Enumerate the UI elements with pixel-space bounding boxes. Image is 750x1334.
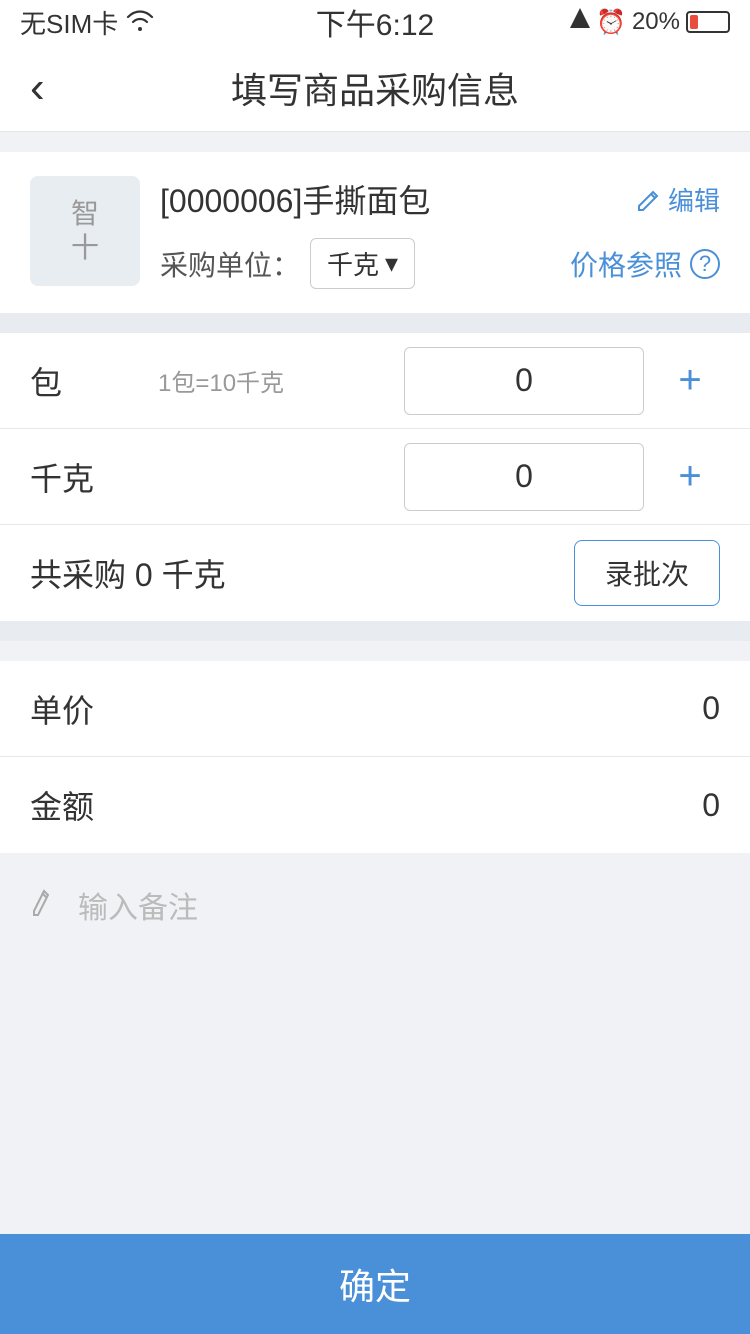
price-ref-button[interactable]: 价格参照 ? [570, 244, 720, 284]
kg-input-area: 0 + [150, 443, 720, 511]
unit-value: 千克 [327, 245, 379, 282]
summary-row: 共采购 0 千克 录批次 [0, 525, 750, 621]
page-title: 填写商品采购信息 [231, 62, 519, 114]
product-image: 智 十 [30, 176, 140, 286]
pencil-icon [30, 885, 62, 925]
unit-price-row: 单价 0 [0, 661, 750, 757]
notes-placeholder: 输入备注 [78, 883, 198, 927]
price-section: 单价 0 金额 0 [0, 661, 750, 853]
edit-button[interactable]: 编辑 [636, 181, 720, 218]
unit-label: 采购单位： [160, 244, 300, 284]
bag-label: 包 [30, 358, 150, 404]
dropdown-arrow-icon: ▾ [385, 248, 398, 279]
price-ref-label: 价格参照 [570, 244, 682, 284]
battery-icon [686, 11, 730, 33]
status-bar: 无SIM卡 下午6:12 ⏰ 20% [0, 0, 750, 44]
product-card: 智 十 [0000006]手撕面包 编辑 采购单位： 千克 ▾ [0, 152, 750, 313]
kg-row: 千克 0 + [0, 429, 750, 525]
bag-plus-button[interactable]: + [660, 351, 720, 411]
bag-row: 包 1包=10千克 0 + [0, 333, 750, 429]
bag-input-area: 0 + [284, 347, 720, 415]
kg-quantity-input[interactable]: 0 [404, 443, 644, 511]
alarm-icon: ⏰ [596, 8, 626, 37]
unit-select[interactable]: 千克 ▾ [310, 238, 415, 289]
product-logo: 智 十 [71, 197, 99, 264]
summary-text: 共采购 0 千克 [30, 550, 226, 596]
bag-sub-label: 1包=10千克 [158, 363, 284, 398]
unit-price-value: 0 [702, 690, 720, 727]
wifi-icon [126, 7, 154, 38]
status-left: 无SIM卡 [20, 4, 154, 41]
amount-row: 金额 0 [0, 757, 750, 853]
kg-label: 千克 [30, 454, 150, 500]
back-button[interactable]: ‹ [30, 66, 45, 110]
location-icon [570, 8, 590, 37]
product-unit-row: 采购单位： 千克 ▾ 价格参照 ? [160, 238, 720, 289]
batch-button[interactable]: 录批次 [574, 540, 720, 606]
section-divider-1 [0, 313, 750, 333]
nav-bar: ‹ 填写商品采购信息 [0, 44, 750, 132]
product-name: [0000006]手撕面包 [160, 176, 430, 222]
form-section: 包 1包=10千克 0 + 千克 0 + 共采购 0 千克 录批次 [0, 333, 750, 621]
kg-plus-button[interactable]: + [660, 447, 720, 507]
notes-section[interactable]: 输入备注 [0, 853, 750, 1253]
product-info: [0000006]手撕面包 编辑 采购单位： 千克 ▾ 价格参照 ? [160, 176, 720, 289]
confirm-button[interactable]: 确定 [0, 1234, 750, 1334]
status-time: 下午6:12 [316, 0, 434, 44]
amount-label: 金额 [30, 782, 94, 828]
bag-quantity-input[interactable]: 0 [404, 347, 644, 415]
price-ref-help-icon: ? [690, 249, 720, 279]
product-header: [0000006]手撕面包 编辑 [160, 176, 720, 222]
battery-percent: 20% [632, 8, 680, 36]
amount-value: 0 [702, 787, 720, 824]
status-right: ⏰ 20% [570, 8, 730, 37]
carrier-text: 无SIM卡 [20, 4, 118, 41]
confirm-label: 确定 [339, 1258, 411, 1310]
section-divider-2 [0, 621, 750, 641]
unit-price-label: 单价 [30, 686, 94, 732]
